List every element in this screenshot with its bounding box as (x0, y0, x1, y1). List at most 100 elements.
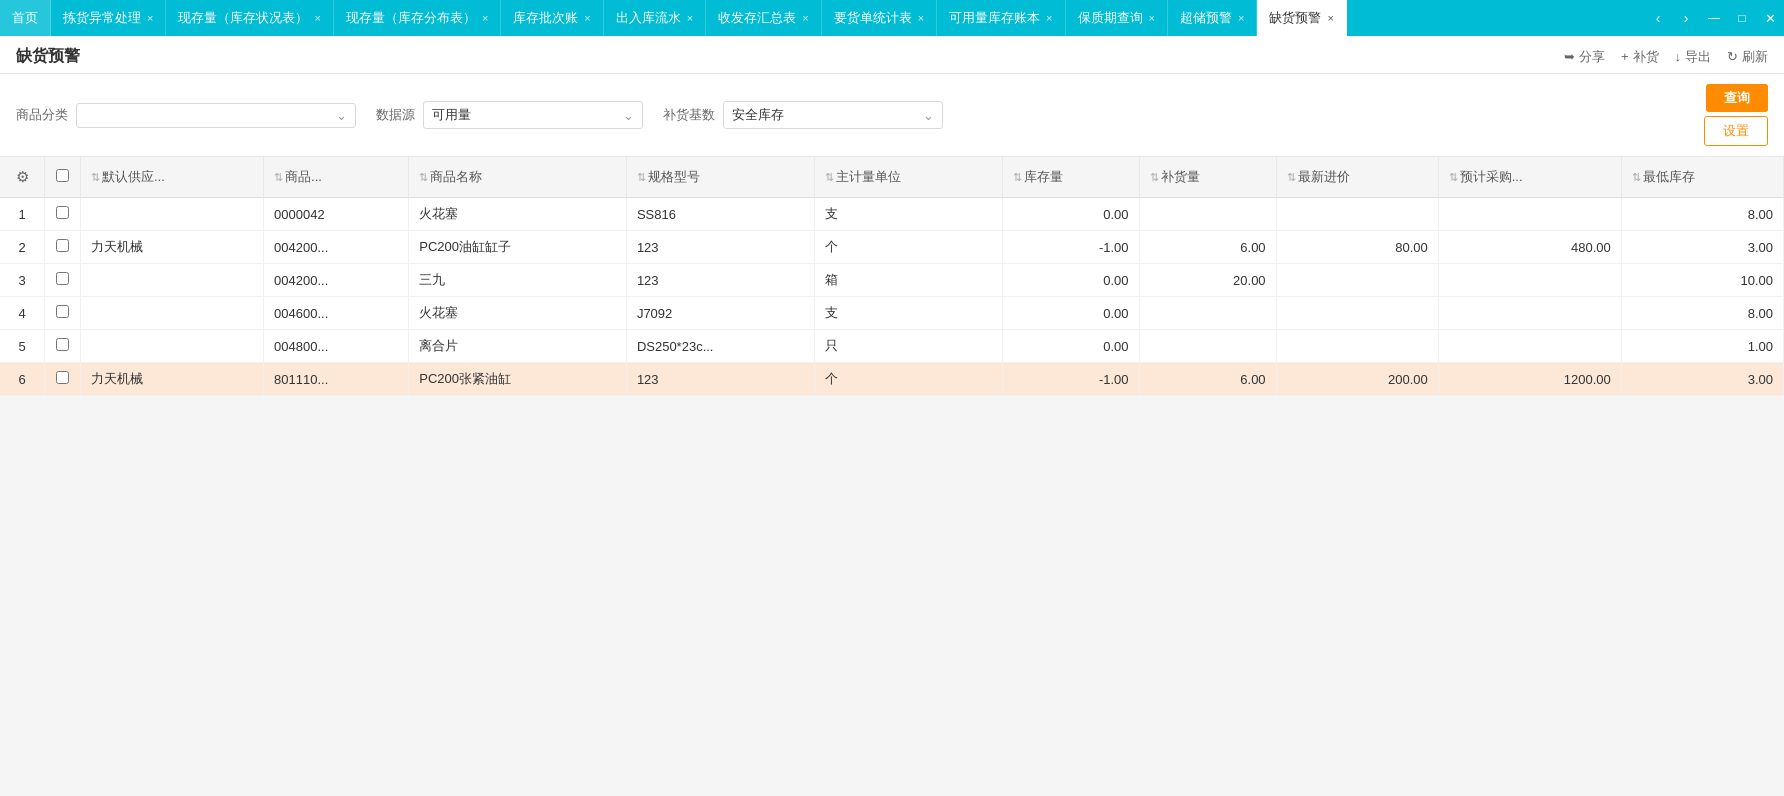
refresh-action[interactable]: ↻ 刷新 (1727, 48, 1768, 66)
cell-stock-6: -1.00 (1002, 363, 1139, 396)
nav-item-inventory-status[interactable]: 现存量（库存状况表）× (166, 0, 333, 36)
cell-min-stock-3: 10.00 (1621, 264, 1783, 297)
export-label: 导出 (1685, 48, 1711, 66)
filter-action-buttons: 查询 设置 (1704, 84, 1768, 146)
cell-latest-price-5 (1276, 330, 1438, 363)
nav-item-in-out-flow[interactable]: 出入库流水× (604, 0, 706, 36)
table-row: 4004600...火花塞J7092支0.008.00 (0, 297, 1784, 330)
cell-goods-name-4: 火花塞 (409, 297, 627, 330)
nav-close-batch-account[interactable]: × (584, 12, 590, 24)
cell-latest-price-4 (1276, 297, 1438, 330)
nav-item-shortage[interactable]: 缺货预警× (1257, 0, 1346, 36)
cell-goods-name-2: PC200油缸缸子 (409, 231, 627, 264)
nav-item-overstock[interactable]: 超储预警× (1168, 0, 1257, 36)
row-checkbox-6[interactable] (56, 371, 69, 384)
gear-icon[interactable]: ⚙ (10, 165, 34, 189)
nav-close-receive-summary[interactable]: × (802, 12, 808, 24)
cell-goods-code-2: 004200... (264, 231, 409, 264)
column-header-goods-name: ⇅商品名称 (409, 157, 627, 198)
replenish-label: 补货 (1633, 48, 1659, 66)
cell-unit-5: 只 (815, 330, 1002, 363)
cell-supplier-3 (81, 264, 264, 297)
nav-close-inventory-dist[interactable]: × (482, 12, 488, 24)
nav-close-in-out-flow[interactable]: × (687, 12, 693, 24)
cell-est-purchase-1 (1438, 198, 1621, 231)
header-actions: ➥ 分享 + 补货 ↓ 导出 ↻ 刷新 (1564, 48, 1768, 66)
cell-checkbox-4[interactable] (45, 297, 81, 330)
row-checkbox-5[interactable] (56, 338, 69, 351)
replenish-base-filter-group: 补货基数 安全库存 ⌄ (663, 101, 943, 129)
table-header-row: ⚙ ⇅默认供应... ⇅商品... ⇅商品名称 ⇅规格型号 ⇅主计量单位 ⇅库存… (0, 157, 1784, 198)
cell-checkbox-1[interactable] (45, 198, 81, 231)
cell-checkbox-3[interactable] (45, 264, 81, 297)
datasource-label: 数据源 (376, 106, 415, 124)
cell-row-index-6: 6 (0, 363, 45, 396)
cell-replenish-4 (1139, 297, 1276, 330)
nav-left-arrow[interactable]: ‹ (1644, 0, 1672, 36)
datasource-select-arrow: ⌄ (623, 108, 634, 123)
settings-button[interactable]: 设置 (1704, 116, 1768, 146)
nav-close-available-ledger[interactable]: × (1046, 12, 1052, 24)
cell-row-index-4: 4 (0, 297, 45, 330)
column-header-latest-price: ⇅最新进价 (1276, 157, 1438, 198)
maximize-btn[interactable]: □ (1728, 0, 1756, 36)
filter-bar: 商品分类 ⌄ 数据源 可用量 ⌄ 补货基数 安全库存 ⌄ 查询 设置 (0, 74, 1784, 157)
export-icon: ↓ (1675, 49, 1682, 64)
cell-checkbox-5[interactable] (45, 330, 81, 363)
nav-right-arrow[interactable]: › (1672, 0, 1700, 36)
column-header-min-stock: ⇅最低库存 (1621, 157, 1783, 198)
datasource-select[interactable]: 可用量 ⌄ (423, 101, 643, 129)
nav-close-order-stats[interactable]: × (918, 12, 924, 24)
nav-item-pkl-exception[interactable]: 拣货异常处理× (51, 0, 166, 36)
nav-close-inventory-status[interactable]: × (314, 12, 320, 24)
nav-item-order-stats[interactable]: 要货单统计表× (822, 0, 937, 36)
cell-unit-1: 支 (815, 198, 1002, 231)
cell-spec-6: 123 (626, 363, 814, 396)
nav-item-batch-account[interactable]: 库存批次账× (501, 0, 603, 36)
nav-close-pkl-exception[interactable]: × (147, 12, 153, 24)
nav-close-shortage[interactable]: × (1327, 12, 1333, 24)
row-checkbox-2[interactable] (56, 239, 69, 252)
minimize-btn[interactable]: — (1700, 0, 1728, 36)
query-button[interactable]: 查询 (1706, 84, 1768, 112)
shortage-table: ⚙ ⇅默认供应... ⇅商品... ⇅商品名称 ⇅规格型号 ⇅主计量单位 ⇅库存… (0, 157, 1784, 396)
cell-stock-2: -1.00 (1002, 231, 1139, 264)
cell-replenish-3: 20.00 (1139, 264, 1276, 297)
cell-stock-3: 0.00 (1002, 264, 1139, 297)
cell-unit-2: 个 (815, 231, 1002, 264)
share-icon: ➥ (1564, 49, 1575, 64)
replenish-base-select[interactable]: 安全库存 ⌄ (723, 101, 943, 129)
cell-goods-name-3: 三九 (409, 264, 627, 297)
cell-supplier-4 (81, 297, 264, 330)
cell-min-stock-2: 3.00 (1621, 231, 1783, 264)
category-select[interactable]: ⌄ (76, 103, 356, 128)
close-btn[interactable]: ✕ (1756, 0, 1784, 36)
row-checkbox-4[interactable] (56, 305, 69, 318)
nav-close-overstock[interactable]: × (1238, 12, 1244, 24)
cell-checkbox-6[interactable] (45, 363, 81, 396)
cell-row-index-3: 3 (0, 264, 45, 297)
cell-goods-name-5: 离合片 (409, 330, 627, 363)
nav-item-receive-summary[interactable]: 收发存汇总表× (706, 0, 821, 36)
select-all-checkbox[interactable] (56, 169, 69, 182)
nav-item-available-ledger[interactable]: 可用量库存账本× (937, 0, 1065, 36)
nav-item-home[interactable]: 首页 (0, 0, 51, 36)
nav-close-expiry-query[interactable]: × (1149, 12, 1155, 24)
export-action[interactable]: ↓ 导出 (1675, 48, 1712, 66)
column-checkbox (45, 157, 81, 198)
column-header-goods-code: ⇅商品... (264, 157, 409, 198)
cell-spec-3: 123 (626, 264, 814, 297)
replenish-action[interactable]: + 补货 (1621, 48, 1659, 66)
nav-item-inventory-dist[interactable]: 现存量（库存分布表）× (334, 0, 501, 36)
cell-min-stock-6: 3.00 (1621, 363, 1783, 396)
cell-spec-1: SS816 (626, 198, 814, 231)
nav-item-expiry-query[interactable]: 保质期查询× (1066, 0, 1168, 36)
cell-checkbox-2[interactable] (45, 231, 81, 264)
row-checkbox-1[interactable] (56, 206, 69, 219)
share-action[interactable]: ➥ 分享 (1564, 48, 1605, 66)
cell-latest-price-1 (1276, 198, 1438, 231)
table-row: 10000042火花塞SS816支0.008.00 (0, 198, 1784, 231)
row-checkbox-3[interactable] (56, 272, 69, 285)
cell-unit-4: 支 (815, 297, 1002, 330)
refresh-label: 刷新 (1742, 48, 1768, 66)
